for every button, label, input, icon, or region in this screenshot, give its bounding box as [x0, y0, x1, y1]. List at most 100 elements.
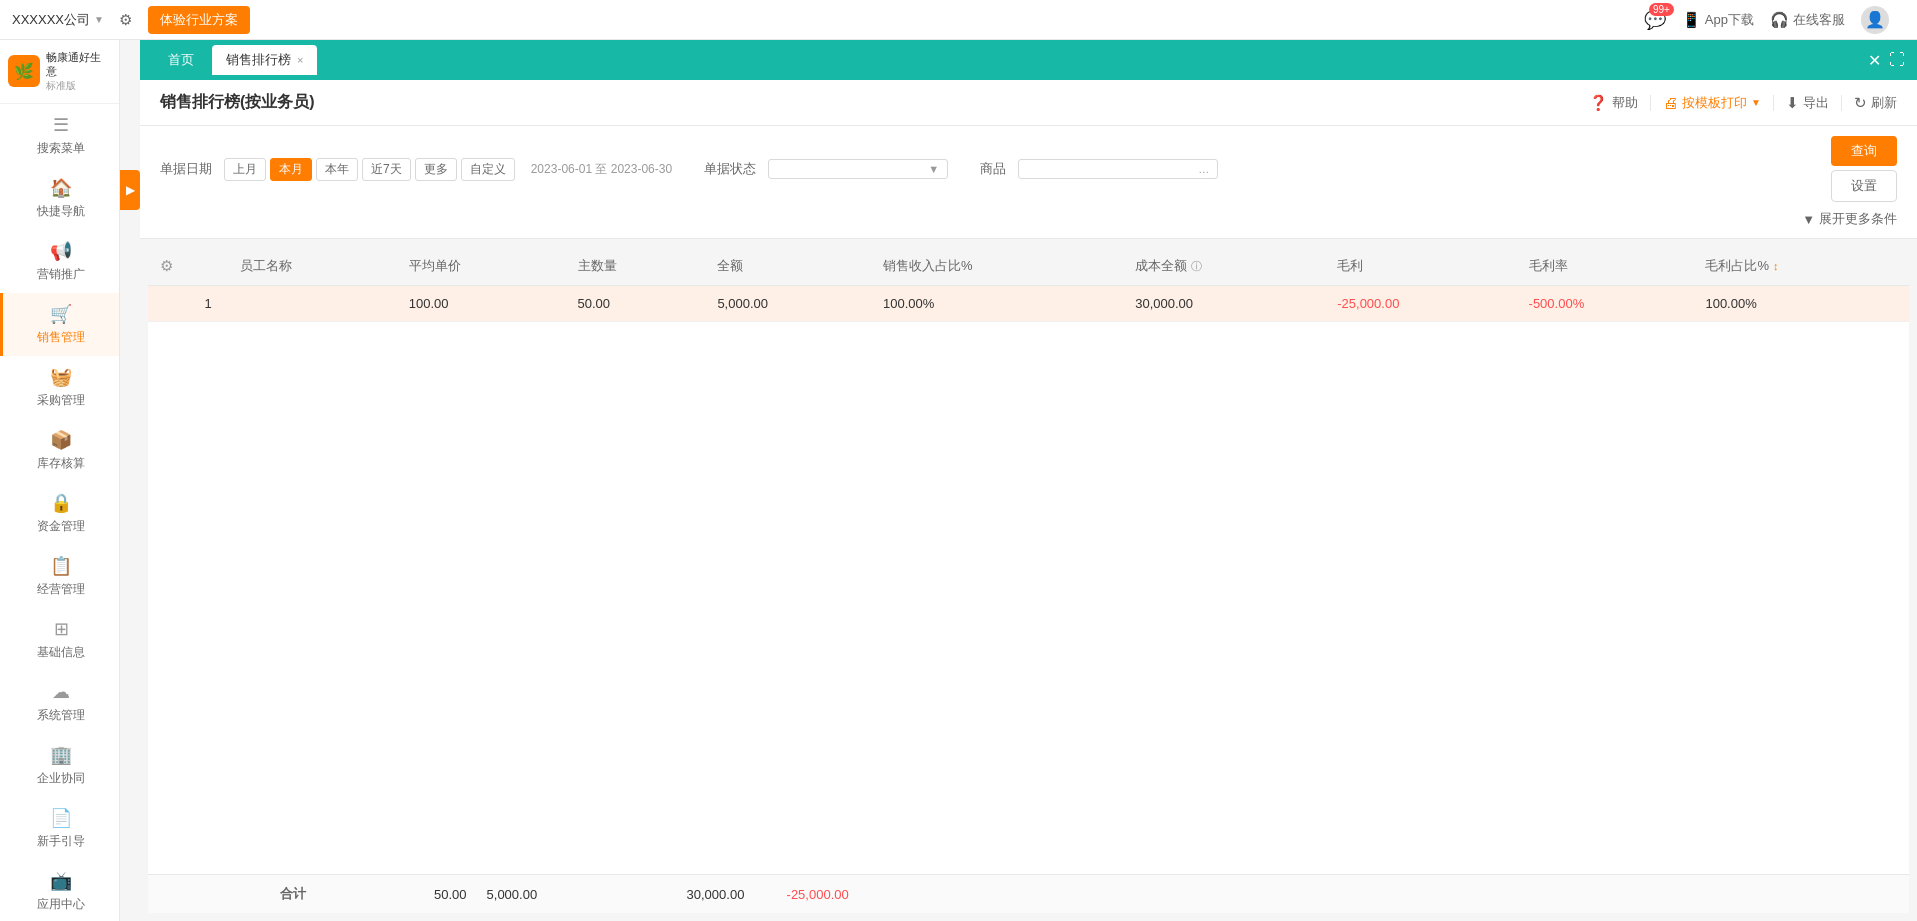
column-settings-icon[interactable]: ⚙: [160, 257, 173, 275]
row-gross: -25,000.00: [1325, 286, 1516, 322]
col-rank: [188, 247, 228, 286]
quick-nav-icon: 🏠: [50, 177, 72, 199]
sidebar-item-system-mgmt[interactable]: ☁ 系统管理: [0, 671, 119, 734]
data-table: ⚙ 员工名称 平均单价: [148, 247, 1909, 322]
purchase-mgmt-icon: 🧺: [50, 366, 72, 388]
query-button[interactable]: 查询: [1831, 136, 1897, 166]
sidebar-label-search-orders: 搜索菜单: [37, 140, 85, 157]
top-bar-right: 💬 99+ 📱 App下载 🎧 在线客服 👤: [1644, 6, 1905, 34]
table-area: ⚙ 员工名称 平均单价: [148, 247, 1909, 913]
trial-button[interactable]: 体验行业方案: [148, 6, 250, 34]
notification-badge: 99+: [1649, 3, 1674, 16]
row-cost: 30,000.00: [1123, 286, 1325, 322]
status-select-arrow: ▼: [928, 163, 939, 175]
sidebar-item-purchase-mgmt[interactable]: 🧺 采购管理: [0, 356, 119, 419]
settings-icon[interactable]: ⚙: [112, 6, 140, 34]
col-gross-rate: 毛利率: [1517, 247, 1694, 286]
company-selector[interactable]: XXXXXX公司 ▼: [12, 11, 104, 29]
row-gross-rate: -500.00%: [1517, 286, 1694, 322]
cost-info-icon[interactable]: ⓘ: [1191, 259, 1202, 274]
main-layout: 🌿 畅康通好生意 标准版 ☰ 搜索菜单 🏠 快捷导航 📢 营销推广 🛒 销售管理…: [0, 40, 1917, 921]
date-quick-buttons: 上月 本月 本年 近7天 更多 自定义: [224, 158, 515, 181]
app-download-btn[interactable]: 📱 App下载: [1682, 11, 1754, 29]
enterprise-collab-icon: 🏢: [50, 744, 72, 766]
finance-icon: 🔒: [50, 492, 72, 514]
online-service-btn[interactable]: 🎧 在线客服: [1770, 11, 1845, 29]
tab-close-icon[interactable]: ×: [297, 54, 303, 66]
divider3: [1841, 95, 1842, 111]
sidebar-expand-arrow[interactable]: ▶: [120, 170, 140, 210]
col-sales-pct: 销售收入占比%: [871, 247, 1123, 286]
row-qty: 50.00: [566, 286, 706, 322]
col-qty: 主数量: [566, 247, 706, 286]
query-area: 查询 设置: [1831, 136, 1897, 202]
refresh-btn[interactable]: ↻ 刷新: [1854, 94, 1897, 112]
sidebar-item-search-orders[interactable]: ☰ 搜索菜单: [0, 104, 119, 167]
sidebar-item-quick-nav[interactable]: 🏠 快捷导航: [0, 167, 119, 230]
help-btn[interactable]: ❓ 帮助: [1589, 94, 1638, 112]
status-select[interactable]: ▼: [768, 159, 948, 179]
content-with-arrow: ▶ 首页 销售排行榜 × ✕ ⛶ 销售排行榜(按业务员): [120, 40, 1917, 921]
sidebar-label-system-mgmt: 系统管理: [37, 707, 85, 724]
row-rank: 1: [188, 286, 228, 322]
settings-button[interactable]: 设置: [1831, 170, 1897, 202]
sidebar-item-marketing[interactable]: 📢 营销推广: [0, 230, 119, 293]
main-content: 首页 销售排行榜 × ✕ ⛶ 销售排行榜(按业务员) ❓: [140, 40, 1917, 921]
tab-sales-ranking[interactable]: 销售排行榜 ×: [212, 45, 317, 75]
operations-icon: 📋: [50, 555, 72, 577]
logo-icon: 🌿: [8, 55, 40, 87]
row-employee: [228, 286, 397, 322]
user-avatar[interactable]: 👤: [1861, 6, 1889, 34]
notification-area[interactable]: 💬 99+: [1644, 9, 1666, 31]
sidebar-item-beginner-guide[interactable]: 📄 新手引导: [0, 797, 119, 860]
expand-filter-btn[interactable]: ▼ 展开更多条件: [1802, 210, 1897, 228]
tab-home[interactable]: 首页: [152, 45, 210, 75]
sidebar-label-operations: 经营管理: [37, 581, 85, 598]
tab-bar-expand-icon[interactable]: ⛶: [1889, 51, 1905, 70]
gross-pct-sort-icon[interactable]: ↕: [1773, 260, 1779, 272]
company-name: XXXXXX公司: [12, 11, 90, 29]
filter-row-1: 单据日期 上月 本月 本年 近7天 更多 自定义 2023-06-01 至 20…: [160, 136, 1897, 202]
print-btn[interactable]: 🖨 按模板打印 ▼: [1663, 94, 1761, 112]
sidebar-item-finance[interactable]: 🔒 资金管理: [0, 482, 119, 545]
sidebar: 🌿 畅康通好生意 标准版 ☰ 搜索菜单 🏠 快捷导航 📢 营销推广 🛒 销售管理…: [0, 40, 120, 921]
sidebar-item-inventory[interactable]: 📦 库存核算: [0, 419, 119, 482]
export-icon: ⬇: [1786, 94, 1799, 112]
goods-input[interactable]: …: [1018, 159, 1218, 179]
export-btn[interactable]: ⬇ 导出: [1786, 94, 1829, 112]
sidebar-item-sales-mgmt[interactable]: 🛒 销售管理: [0, 293, 119, 356]
col-settings: ⚙: [148, 247, 188, 286]
sidebar-item-basic-info[interactable]: ⊞ 基础信息: [0, 608, 119, 671]
tab-bar-right: ✕ ⛶: [1868, 51, 1905, 70]
expand-down-icon: ▼: [1802, 212, 1815, 227]
row-amount: 5,000.00: [705, 286, 871, 322]
col-cost: 成本全额 ⓘ: [1123, 247, 1325, 286]
table-header-row: ⚙ 员工名称 平均单价: [148, 247, 1909, 286]
row-sales-pct: 100.00%: [871, 286, 1123, 322]
table-row: 1 100.00 50.00: [148, 286, 1909, 322]
page-header-actions: ❓ 帮助 🖨 按模板打印 ▼ ⬇ 导出: [1589, 94, 1897, 112]
app-download-icon: 📱: [1682, 11, 1701, 29]
headset-icon: 🎧: [1770, 11, 1789, 29]
date-btn-more[interactable]: 更多: [415, 158, 457, 181]
sidebar-item-operations[interactable]: 📋 经营管理: [0, 545, 119, 608]
date-btn-this-month[interactable]: 本月: [270, 158, 312, 181]
row-avg-price: 100.00: [397, 286, 566, 322]
date-btn-this-year[interactable]: 本年: [316, 158, 358, 181]
system-mgmt-icon: ☁: [52, 681, 70, 703]
col-amount: 全额: [705, 247, 871, 286]
col-gross-pct: 毛利占比% ↕: [1693, 247, 1909, 286]
sidebar-label-inventory: 库存核算: [37, 455, 85, 472]
beginner-guide-icon: 📄: [50, 807, 72, 829]
footer-label: 合计: [280, 885, 306, 903]
tab-bar-close-icon[interactable]: ✕: [1868, 51, 1881, 70]
sidebar-item-app-center[interactable]: 📺 应用中心: [0, 860, 119, 921]
date-btn-7days[interactable]: 近7天: [362, 158, 411, 181]
date-btn-custom[interactable]: 自定义: [461, 158, 515, 181]
footer-cost: 30,000.00: [687, 887, 767, 902]
sales-mgmt-icon: 🛒: [50, 303, 72, 325]
sidebar-logo: 🌿 畅康通好生意 标准版: [0, 40, 119, 104]
sidebar-item-enterprise-collab[interactable]: 🏢 企业协同: [0, 734, 119, 797]
filter-row-2: ▼ 展开更多条件: [160, 210, 1897, 228]
date-btn-last-month[interactable]: 上月: [224, 158, 266, 181]
